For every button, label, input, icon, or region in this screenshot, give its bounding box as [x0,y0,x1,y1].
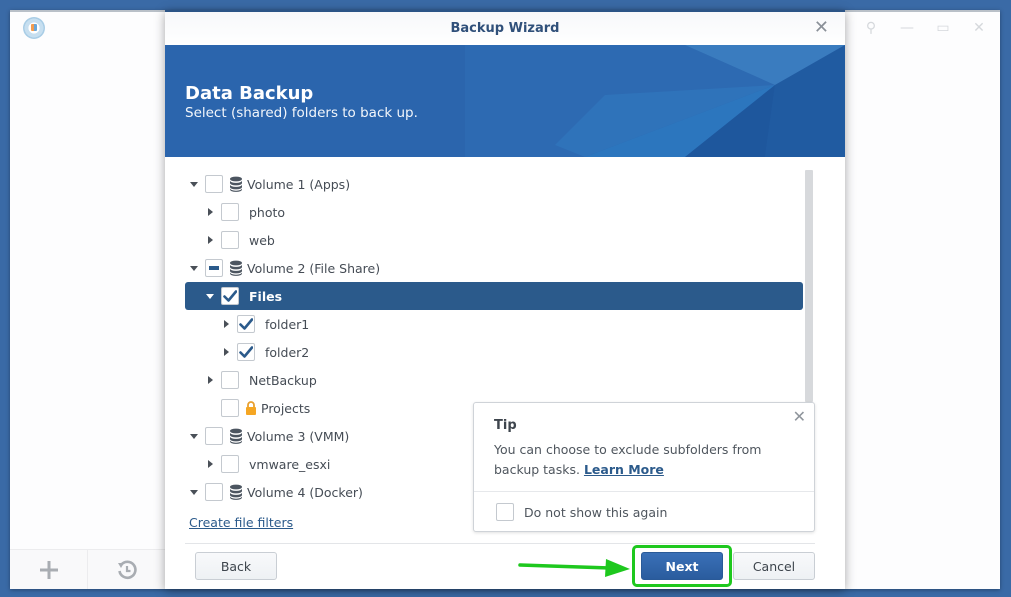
caret-right-icon[interactable] [221,319,231,329]
tree-row[interactable]: NetBackup [185,366,803,394]
dialog-title: Backup Wizard [450,21,560,36]
dialog-titlebar: Backup Wizard ✕ [165,10,845,45]
caret-down-icon[interactable] [205,291,215,301]
do-not-show-again-checkbox[interactable]: Do not show this again [496,503,667,521]
tree-row[interactable]: Volume 1 (Apps) [185,170,803,198]
folder-tree-panel: Volume 1 (Apps) photo web Volume 2 (File Sh… [165,157,845,543]
caret-down-icon[interactable] [189,431,199,441]
caret-right-icon[interactable] [205,375,215,385]
maximize-icon[interactable]: ▭ [936,18,950,38]
tree-row-label: Projects [261,400,311,416]
checkbox[interactable] [205,175,223,193]
tree-row[interactable]: web [185,226,803,254]
minimize-icon[interactable]: — [900,18,914,38]
tree-row-label: web [249,232,275,248]
next-button[interactable]: Next [641,552,723,580]
tip-popover: Tip ✕ You can choose to exclude subfolde… [473,402,815,532]
tree-row-label: folder2 [265,344,310,360]
checkbox[interactable] [221,231,239,249]
caret-right-icon[interactable] [205,235,215,245]
database-icon [230,484,242,500]
caret-right-icon[interactable] [221,347,231,357]
add-icon [39,560,58,579]
wizard-header-banner: Data Backup Select (shared) folders to b… [165,45,845,157]
tip-divider [474,491,814,492]
close-icon[interactable]: ✕ [793,407,806,426]
close-icon[interactable]: ✕ [814,18,829,38]
checkbox[interactable] [221,203,239,221]
tip-body: You can choose to exclude subfolders fro… [494,440,794,480]
tree-row-label: photo [249,204,286,220]
tree-row-label: NetBackup [249,372,317,388]
hyper-backup-icon [23,17,45,39]
tree-scrollbar[interactable] [805,170,813,402]
annotation-arrow-icon [518,559,630,577]
tree-row-label: Volume 4 (Docker) [247,484,363,500]
database-icon [230,176,242,192]
caret-right-icon[interactable] [205,459,215,469]
create-file-filters-link[interactable]: Create file filters [189,515,293,530]
footer-divider [185,543,815,544]
tree-row[interactable]: folder2 [185,338,803,366]
checkbox-label: Do not show this again [524,504,668,520]
checkbox[interactable] [237,343,255,361]
pin-icon[interactable]: ⚲ [864,18,878,38]
back-button[interactable]: Back [195,552,277,580]
bottom-toolbar [10,549,165,589]
checkbox[interactable] [221,455,239,473]
close-icon[interactable]: ✕ [972,18,986,38]
tree-row[interactable]: photo [185,198,803,226]
lock-icon [246,401,256,415]
checkbox[interactable] [205,427,223,445]
caret-down-icon[interactable] [189,179,199,189]
tree-row[interactable]: Volume 2 (File Share) [185,254,803,282]
tree-row-label: folder1 [265,316,310,332]
caret-down-icon[interactable] [189,263,199,273]
caret-down-icon[interactable] [189,487,199,497]
tree-row[interactable]: Files [185,282,803,310]
learn-more-link[interactable]: Learn More [584,462,664,477]
tree-row-label: Volume 1 (Apps) [247,176,351,192]
checkbox[interactable] [221,287,239,305]
database-icon [230,260,242,276]
step-title: Data Backup [185,83,314,104]
tree-row-label: Volume 2 (File Share) [247,260,381,276]
caret-right-icon[interactable] [205,207,215,217]
tip-title: Tip [494,418,517,433]
checkbox[interactable] [205,259,223,277]
window-controls: ⚲ — ▭ ✕ [864,18,986,38]
tree-row-label: Files [249,288,283,304]
tree-row[interactable]: folder1 [185,310,803,338]
step-subtitle: Select (shared) folders to back up. [185,105,418,121]
history-button[interactable] [87,550,165,589]
checkbox[interactable] [221,371,239,389]
backup-wizard-dialog: Backup Wizard ✕ Data Backup Select (shar… [165,10,845,589]
history-icon [117,560,137,579]
database-icon [230,428,242,444]
dialog-footer: Back Next Cancel [165,543,845,589]
add-button[interactable] [10,550,87,589]
checkbox[interactable] [205,483,223,501]
checkbox[interactable] [496,503,514,521]
checkbox[interactable] [221,399,239,417]
tree-row-label: Volume 3 (VMM) [247,428,350,444]
cancel-button[interactable]: Cancel [733,552,815,580]
tree-row-label: vmware_esxi [249,456,331,472]
checkbox[interactable] [237,315,255,333]
